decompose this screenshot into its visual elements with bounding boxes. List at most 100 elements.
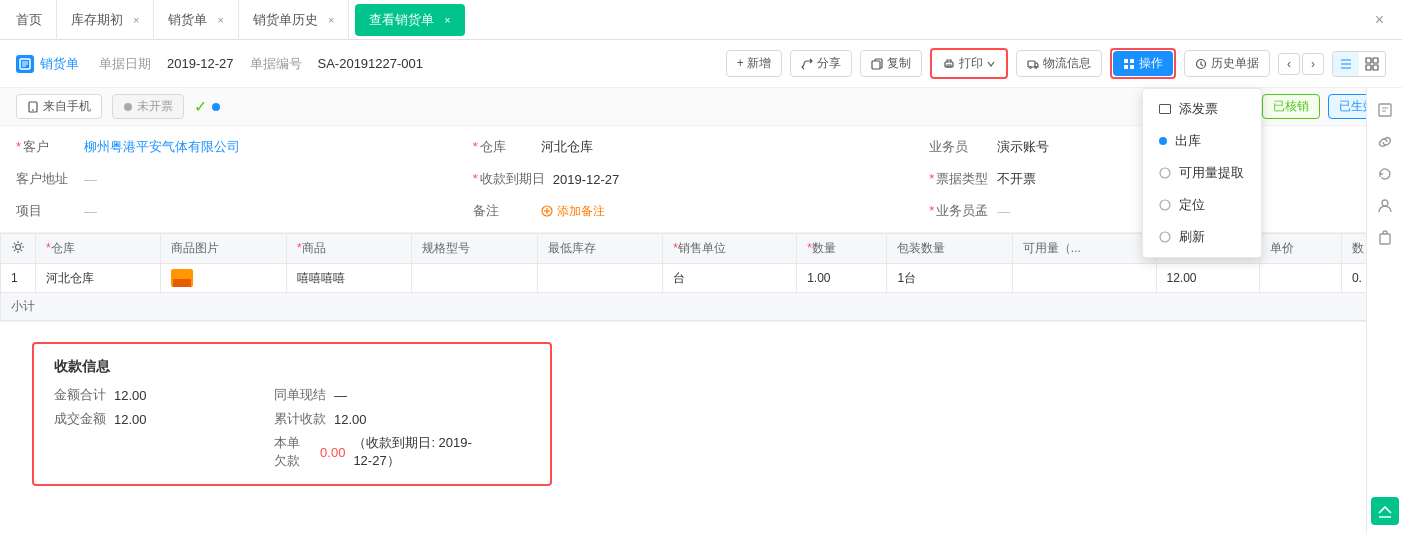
due-date-label: 收款到期日 [473,170,545,188]
tab-inventory[interactable]: 库存期初 × [57,0,154,40]
view-toggle [1332,51,1386,77]
dropdown-locate[interactable]: 定位 [1143,189,1261,221]
share-button[interactable]: 分享 [790,50,852,77]
cumulative-label: 累计收款 [274,410,326,428]
sidebar-expand-icon[interactable] [1371,497,1399,525]
amount-label: 金额合计 [54,386,106,404]
payment-grid: 金额合计 12.00 同单现结 — 成交金额 12.00 累计收款 12.00 [54,386,530,470]
tab-view-sales-close[interactable]: × [444,14,450,26]
dropdown-refresh[interactable]: 刷新 [1143,221,1261,253]
copy-button[interactable]: 复制 [860,50,922,77]
sidebar-return-icon[interactable] [1371,160,1399,188]
view-list-button[interactable] [1333,52,1359,76]
table-header-settings[interactable] [1,234,36,264]
available-label: 可用量提取 [1179,164,1244,182]
add-note-label: 添加备注 [557,203,605,220]
sidebar-clipboard-icon[interactable] [1371,224,1399,252]
svg-rect-6 [947,65,951,67]
cumulative-value: 12.00 [334,412,367,427]
transaction-label: 成交金额 [54,410,106,428]
ticket-value: 不开票 [997,170,1036,188]
tab-sales-label: 销货单 [168,11,207,29]
share-icon [801,58,813,70]
svg-point-30 [1160,168,1170,178]
payment-title: 收款信息 [54,358,530,376]
print-button[interactable]: 打印 [933,51,1005,76]
nav-next[interactable]: › [1302,53,1324,75]
nav-prev[interactable]: ‹ [1278,53,1300,75]
row-num: 1 [1,264,36,293]
customer-value[interactable]: 柳州粤港平安气体有限公司 [84,138,240,156]
row-available [1012,264,1156,293]
project-field: 项目 — [16,202,473,220]
new-button[interactable]: + 新增 [726,50,782,77]
subtotal-label: 小计 [1,293,1402,321]
operation-button[interactable]: 操作 [1113,51,1173,76]
phone-label: 来自手机 [43,98,91,115]
th-product: *商品 [286,234,411,264]
open-button[interactable]: 未开票 [112,94,184,119]
address-value: — [84,172,97,187]
check-icon: ✓ [194,97,207,116]
print-dropdown-icon [987,60,995,68]
project-label: 项目 [16,202,76,220]
tab-inventory-close[interactable]: × [133,14,139,26]
note-label: 备注 [473,202,533,220]
close-tab-bar-button[interactable]: × [1367,7,1392,33]
checked-tag: 已核销 [1262,94,1320,119]
warehouse-field: 仓库 河北仓库 [473,138,930,156]
toolbar-right: + 新增 分享 复制 打印 [726,48,1386,79]
tab-sales-history-close[interactable]: × [328,14,334,26]
sidebar-user-icon[interactable] [1371,192,1399,220]
right-sidebar [1366,88,1402,533]
note-field: 备注 添加备注 [473,202,930,220]
date-label: 单据日期 [99,55,151,73]
tab-bar: 首页 库存期初 × 销货单 × 销货单历史 × 查看销货单 × × [0,0,1402,40]
row-current: 12.00 [1156,264,1260,293]
add-invoice-icon [1159,104,1171,114]
print-icon [943,58,955,70]
svg-rect-21 [1373,65,1378,70]
tab-home[interactable]: 首页 [10,0,57,40]
row-product: 嘻嘻嘻嘻 [286,264,411,293]
svg-point-31 [1160,200,1170,210]
add-invoice-label: 添发票 [1179,100,1218,118]
add-note-button[interactable]: 添加备注 [541,203,605,220]
logistics-button[interactable]: 物流信息 [1016,50,1102,77]
svg-rect-7 [1028,61,1035,67]
tab-sales[interactable]: 销货单 × [154,0,238,40]
locate-label: 定位 [1179,196,1205,214]
settings-icon [11,240,25,254]
th-warehouse: *仓库 [36,234,161,264]
sidebar-notes-icon[interactable] [1371,96,1399,124]
balance-note: （收款到期日: 2019-12-27） [353,434,474,470]
ticket-label: 票据类型 [929,170,989,188]
locate-icon [1159,199,1171,211]
plus-icon [541,205,553,217]
tab-sales-history-label: 销货单历史 [253,11,318,29]
row-min-stock [537,264,662,293]
project-value: — [84,204,97,219]
th-available: 可用量（... [1012,234,1156,264]
svg-rect-13 [1130,65,1134,69]
operation-dropdown: 添发票 出库 可用量提取 定位 刷新 [1142,88,1262,258]
view-grid-button[interactable] [1359,52,1385,76]
sidebar-link-icon[interactable] [1371,128,1399,156]
tab-view-sales[interactable]: 查看销货单 × [355,4,464,36]
svg-point-24 [124,103,132,111]
amount-value: 12.00 [114,388,147,403]
dropdown-available[interactable]: 可用量提取 [1143,157,1261,189]
product-img [171,269,193,287]
amount-item: 金额合计 12.00 [54,386,254,404]
transaction-value: 12.00 [114,412,147,427]
tab-sales-history[interactable]: 销货单历史 × [239,0,349,40]
date-value: 2019-12-27 [167,56,234,71]
dropdown-outbound[interactable]: 出库 [1143,125,1261,157]
history-button[interactable]: 历史单据 [1184,50,1270,77]
dropdown-add-invoice[interactable]: 添发票 [1143,93,1261,125]
tab-sales-close[interactable]: × [217,14,223,26]
svg-rect-20 [1366,65,1371,70]
row-img [161,264,286,293]
th-unit: *销售单位 [663,234,797,264]
phone-button[interactable]: 来自手机 [16,94,102,119]
